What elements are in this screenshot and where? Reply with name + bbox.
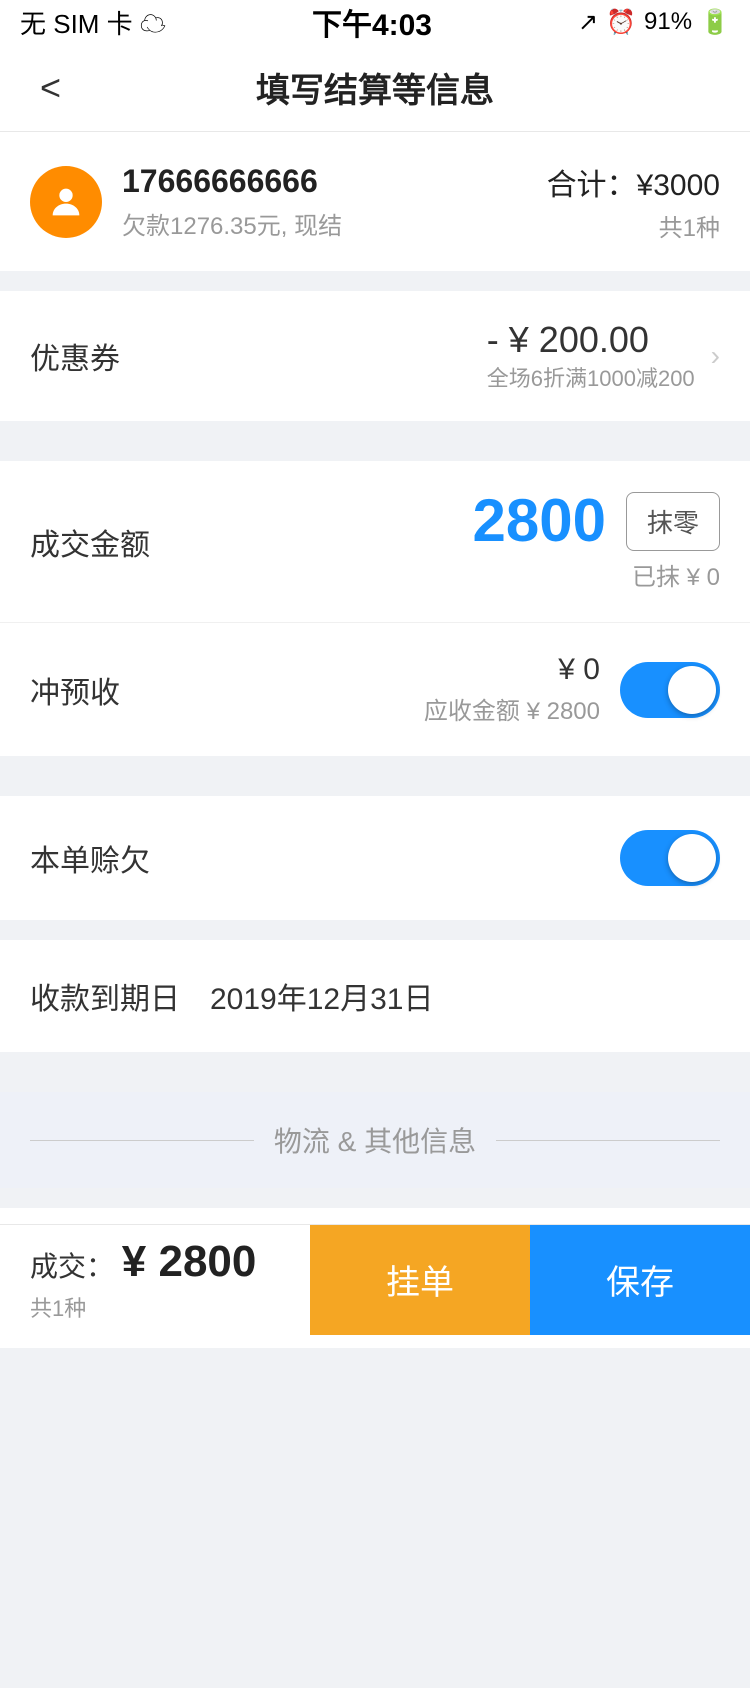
deal-amount-section: 成交金额 2800 抹零 已抹 ¥ 0 冲预收 ¥ 0 应收金额 ¥ 2800 (0, 461, 750, 756)
debt-row: 本单赊欠 (0, 796, 750, 920)
deal-amount-value-group: 2800 抹零 (473, 491, 721, 551)
save-button[interactable]: 保存 (530, 1225, 750, 1335)
debt-label: 本单赊欠 (30, 836, 150, 880)
section-divider-1 (0, 441, 750, 461)
customer-phone: 17666666666 (122, 163, 342, 200)
main-content: 17666666666 欠款1276.35元, 现结 合计：¥3000 共1种 … (0, 132, 750, 1688)
section-divider-2 (0, 776, 750, 796)
battery-level: 91% (644, 8, 692, 36)
coupon-right: - ¥ 200.00 全场6折满1000减200 › (487, 319, 720, 393)
debt-toggle[interactable] (620, 830, 720, 886)
coupon-desc: 全场6折满1000减200 (487, 361, 695, 393)
clock-icon: ⏰ (606, 8, 636, 37)
logistics-line-left (30, 1140, 254, 1141)
sim-status: 无 SIM 卡 ☁ (20, 4, 166, 41)
deal-amount-row: 成交金额 2800 抹零 已抹 ¥ 0 (0, 461, 750, 623)
deal-amount-sub: 已抹 ¥ 0 (473, 557, 721, 592)
due-date-row: 收款到期日 2019年12月31日 (0, 940, 750, 1052)
battery-icon: 🔋 (700, 8, 730, 37)
prepay-values: ¥ 0 应收金额 ¥ 2800 (424, 653, 600, 726)
prepay-row: 冲预收 ¥ 0 应收金额 ¥ 2800 (0, 623, 750, 756)
prepay-label: 冲预收 (30, 668, 120, 712)
due-date-value: 2019年12月31日 (210, 974, 433, 1018)
deal-amount-value: 2800 (473, 491, 606, 551)
avatar (30, 166, 102, 238)
bottom-count: 共1种 (30, 1291, 280, 1323)
bottom-deal-amount: ¥ 2800 (122, 1237, 257, 1286)
bottom-deal-line: 成交： ¥ 2800 (30, 1237, 280, 1287)
customer-details: 17666666666 欠款1276.35元, 现结 (122, 163, 342, 241)
prepay-toggle[interactable] (620, 662, 720, 718)
total-amount: 合计：¥3000 (547, 160, 720, 204)
section-divider-3 (0, 1072, 750, 1092)
customer-total: 合计：¥3000 共1种 (547, 160, 720, 243)
logistics-header: 物流 & 其他信息 (30, 1120, 720, 1160)
nav-bar: < 填写结算等信息 (0, 44, 750, 132)
bottom-deal-label: 成交： (30, 1251, 114, 1282)
total-count: 共1种 (547, 208, 720, 243)
back-button[interactable]: < (30, 57, 71, 119)
status-time: 下午4:03 (312, 0, 432, 44)
deal-amount-label: 成交金额 (30, 520, 150, 564)
hold-order-button[interactable]: 挂单 (310, 1225, 530, 1335)
bottom-bar: 成交： ¥ 2800 共1种 挂单 保存 (0, 1224, 750, 1334)
bottom-space (0, 1368, 750, 1568)
due-date-label: 收款到期日 (30, 974, 180, 1018)
logistics-line-right (496, 1140, 720, 1141)
coupon-amount: - ¥ 200.00 (487, 319, 695, 361)
bottom-summary: 成交： ¥ 2800 共1种 (0, 1237, 310, 1323)
logistics-header-text: 物流 & 其他信息 (274, 1120, 476, 1160)
customer-info-card: 17666666666 欠款1276.35元, 现结 合计：¥3000 共1种 (0, 132, 750, 271)
customer-sub-info: 欠款1276.35元, 现结 (122, 206, 342, 241)
round-zero-button[interactable]: 抹零 (626, 492, 720, 551)
coupon-row[interactable]: 优惠券 - ¥ 200.00 全场6折满1000减200 › (0, 291, 750, 421)
page-title: 填写结算等信息 (256, 63, 494, 112)
toggle-knob (668, 666, 716, 714)
customer-left: 17666666666 欠款1276.35元, 现结 (30, 163, 342, 241)
location-icon: ↗ (578, 8, 598, 37)
prepay-amount: ¥ 0 (424, 653, 600, 687)
prepay-right: ¥ 0 应收金额 ¥ 2800 (424, 653, 720, 726)
status-right: ↗ ⏰ 91% 🔋 (578, 8, 730, 37)
logistics-section: 物流 & 其他信息 (0, 1092, 750, 1188)
debt-toggle-knob (668, 834, 716, 882)
chevron-right-icon: › (711, 340, 720, 372)
coupon-label: 优惠券 (30, 334, 120, 378)
status-left: 无 SIM 卡 ☁ (20, 4, 166, 41)
status-bar: 无 SIM 卡 ☁ 下午4:03 ↗ ⏰ 91% 🔋 (0, 0, 750, 44)
prepay-sub: 应收金额 ¥ 2800 (424, 691, 600, 726)
